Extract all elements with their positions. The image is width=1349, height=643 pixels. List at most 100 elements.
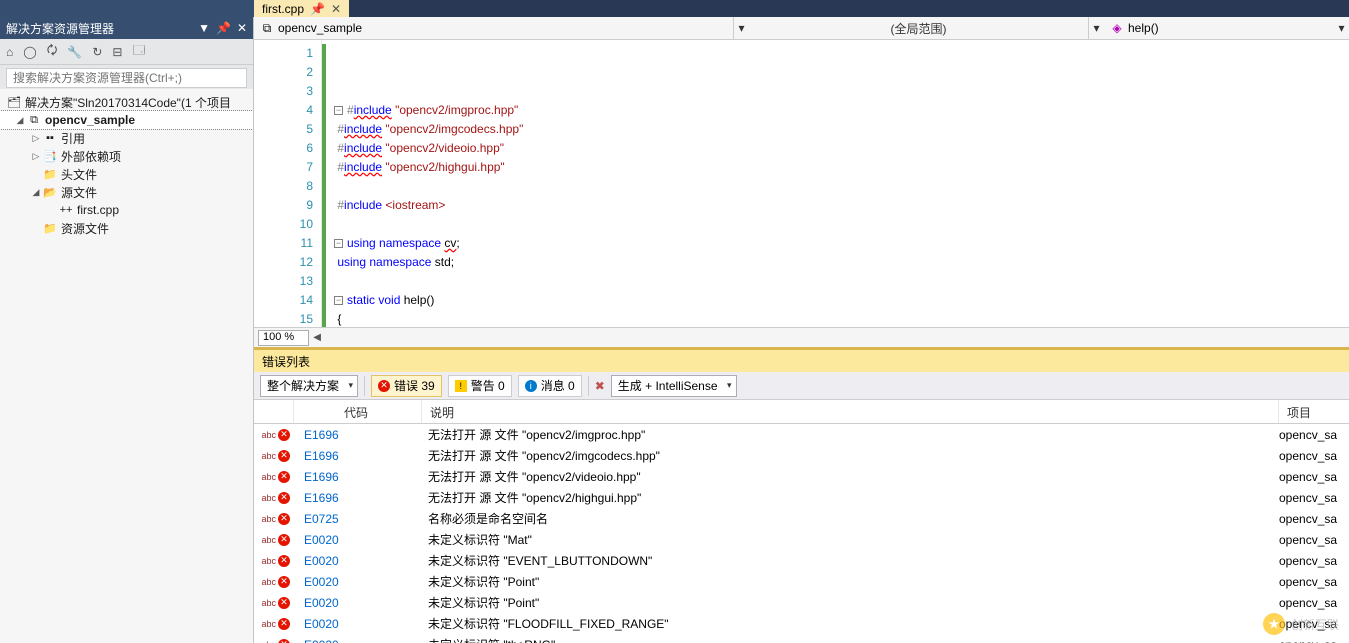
error-row[interactable]: abc✕E1696无法打开 源 文件 "opencv2/imgproc.hpp"… (254, 424, 1349, 445)
error-description: 未定义标识符 "EVENT_LBUTTONDOWN" (422, 552, 1279, 569)
error-code-link[interactable]: E1696 (304, 449, 339, 463)
errors-filter-button[interactable]: ✕错误 39 (371, 375, 442, 397)
pin-icon[interactable]: 📌 (216, 21, 231, 35)
error-row[interactable]: abc✕E1696无法打开 源 文件 "opencv2/highgui.hpp"… (254, 487, 1349, 508)
info-icon: i (525, 380, 537, 392)
error-project: opencv_sa (1279, 617, 1349, 631)
dropdown-icon[interactable]: ▾ (734, 17, 749, 39)
line-gutter: 123456789101112131415 (254, 40, 322, 327)
error-row[interactable]: abc✕E1696无法打开 源 文件 "opencv2/imgcodecs.hp… (254, 445, 1349, 466)
chevron-left-icon[interactable]: ◀ (313, 332, 321, 343)
collapse-icon[interactable]: ⊟ (112, 45, 122, 59)
error-code-link[interactable]: E0725 (304, 512, 339, 526)
clear-icon[interactable]: ✖ (595, 379, 605, 393)
error-icon: ✕ (378, 380, 390, 392)
sync-icon[interactable]: 🗘 (47, 41, 58, 62)
error-project: opencv_sa (1279, 512, 1349, 526)
close-icon[interactable]: ✕ (331, 2, 341, 16)
breadcrumb-function[interactable]: ◈help() (1104, 17, 1334, 39)
folder-icon: 📁 (42, 166, 58, 182)
error-project: opencv_sa (1279, 533, 1349, 547)
error-row[interactable]: abc✕E0020未定义标识符 "EVENT_LBUTTONDOWN"openc… (254, 550, 1349, 571)
tree-node-first-cpp[interactable]: first.cpp (77, 203, 119, 217)
close-icon[interactable]: ✕ (237, 21, 247, 35)
project-icon: ⧉ (260, 21, 274, 35)
tab-first-cpp[interactable]: first.cpp 📌 ✕ (254, 0, 349, 17)
error-code-link[interactable]: E1696 (304, 491, 339, 505)
solution-explorer-toolbar: ⌂ ◯ 🗘 🔧 ↻ ⊟ 🗔 (0, 39, 253, 65)
warnings-filter-button[interactable]: !警告 0 (448, 375, 512, 397)
back-icon[interactable]: ◯ (23, 45, 36, 59)
expander-icon[interactable]: ▷ (30, 133, 42, 144)
error-row[interactable]: abc✕E0020未定义标识符 "Point"opencv_sa (254, 571, 1349, 592)
error-description: 无法打开 源 文件 "opencv2/videoio.hpp" (422, 468, 1279, 485)
dropdown-icon[interactable]: ▾ (1089, 17, 1104, 39)
messages-filter-button[interactable]: i消息 0 (518, 375, 582, 397)
abc-icon: abc (261, 472, 276, 482)
expander-icon[interactable]: ▷ (30, 151, 42, 162)
error-code-link[interactable]: E0020 (304, 617, 339, 631)
error-scope-dropdown[interactable]: 整个解决方案 (260, 375, 358, 397)
column-proj[interactable]: 项目 (1279, 400, 1349, 423)
tree-node-resources[interactable]: 资源文件 (61, 220, 109, 237)
abc-icon: abc (261, 514, 276, 524)
breadcrumb-scope[interactable]: (全局范围) (749, 17, 1089, 39)
column-code[interactable]: 代码 (294, 400, 422, 423)
dropdown-icon[interactable]: ▼ (198, 21, 210, 35)
error-list-panel: 错误列表 整个解决方案 ✕错误 39 !警告 0 i消息 0 ✖ 生成 + In… (254, 347, 1349, 643)
abc-icon: abc (261, 598, 276, 608)
abc-icon: abc (261, 640, 276, 643)
error-icon: ✕ (278, 555, 290, 567)
build-source-dropdown[interactable]: 生成 + IntelliSense (611, 375, 737, 397)
tree-node-external[interactable]: 外部依赖项 (61, 148, 121, 165)
tree-node-references[interactable]: 引用 (61, 130, 85, 147)
error-row[interactable]: abc✕E0020未定义标识符 "FLOODFILL_FIXED_RANGE"o… (254, 613, 1349, 634)
error-description: 未定义标识符 "FLOODFILL_FIXED_RANGE" (422, 615, 1279, 632)
wrench-icon[interactable]: 🔧 (67, 45, 82, 59)
error-list-title: 错误列表 (254, 350, 1349, 372)
error-row[interactable]: abc✕E0020未定义标识符 "Mat"opencv_sa (254, 529, 1349, 550)
column-desc[interactable]: 说明 (422, 400, 1279, 423)
error-code-link[interactable]: E0020 (304, 596, 339, 610)
error-row[interactable]: abc✕ E0725 名称必须是命名空间名opencv_sa (254, 508, 1349, 529)
error-code-link[interactable]: E0020 (304, 554, 339, 568)
solution-explorer-title: 解决方案资源管理器 ▼ 📌 ✕ (0, 17, 253, 39)
error-project: opencv_sa (1279, 554, 1349, 568)
error-columns-header: 代码 说明 项目 (254, 400, 1349, 424)
error-icon: ✕ (278, 471, 290, 483)
pin-icon[interactable]: 📌 (310, 2, 325, 16)
tree-project[interactable]: opencv_sample (45, 113, 135, 127)
error-icon: ✕ (278, 597, 290, 609)
error-description: 未定义标识符 "Point" (422, 573, 1279, 590)
expander-icon[interactable]: ◢ (14, 115, 26, 126)
abc-icon: abc (261, 451, 276, 461)
function-icon: ◈ (1110, 21, 1124, 35)
tab-label: first.cpp (262, 2, 304, 16)
properties-icon[interactable]: 🗔 (132, 41, 145, 62)
expander-icon[interactable]: ◢ (30, 187, 42, 198)
dropdown-icon[interactable]: ▾ (1334, 17, 1349, 39)
zoom-selector[interactable]: 100 % (258, 330, 309, 346)
home-icon[interactable]: ⌂ (6, 45, 13, 59)
code-editor[interactable]: 123456789101112131415 −#include "opencv2… (254, 40, 1349, 327)
error-icon: ✕ (278, 618, 290, 630)
error-row[interactable]: abc✕ E1696 无法打开 源 文件 "opencv2/videoio.hpp"… (254, 466, 1349, 487)
solution-icon: 🗂 (6, 94, 22, 110)
error-code-link[interactable]: E1696 (304, 428, 339, 442)
tree-node-headers[interactable]: 头文件 (61, 166, 97, 183)
error-code-link[interactable]: E0020 (304, 575, 339, 589)
tree-node-sources[interactable]: 源文件 (61, 184, 97, 201)
project-icon: ⧉ (26, 112, 42, 128)
solution-tree[interactable]: 🗂解决方案"Sln20170314Code"(1 个项目 ◢⧉opencv_sa… (0, 89, 253, 643)
error-row[interactable]: abc✕E0020未定义标识符 "theRNG"opencv_sa (254, 634, 1349, 643)
error-description: 名称必须是命名空间名 (422, 510, 1279, 527)
error-icon: ✕ (278, 513, 290, 525)
error-row[interactable]: abc✕E0020未定义标识符 "Point"opencv_sa (254, 592, 1349, 613)
refresh-icon[interactable]: ↻ (92, 45, 102, 59)
error-code-link[interactable]: E0020 (304, 533, 339, 547)
breadcrumb-project[interactable]: ⧉opencv_sample (254, 17, 734, 39)
folder-icon: 📁 (42, 220, 58, 236)
error-code-link[interactable]: E0020 (304, 638, 339, 643)
search-input[interactable] (6, 68, 247, 88)
error-code-link[interactable]: E1696 (304, 470, 339, 484)
